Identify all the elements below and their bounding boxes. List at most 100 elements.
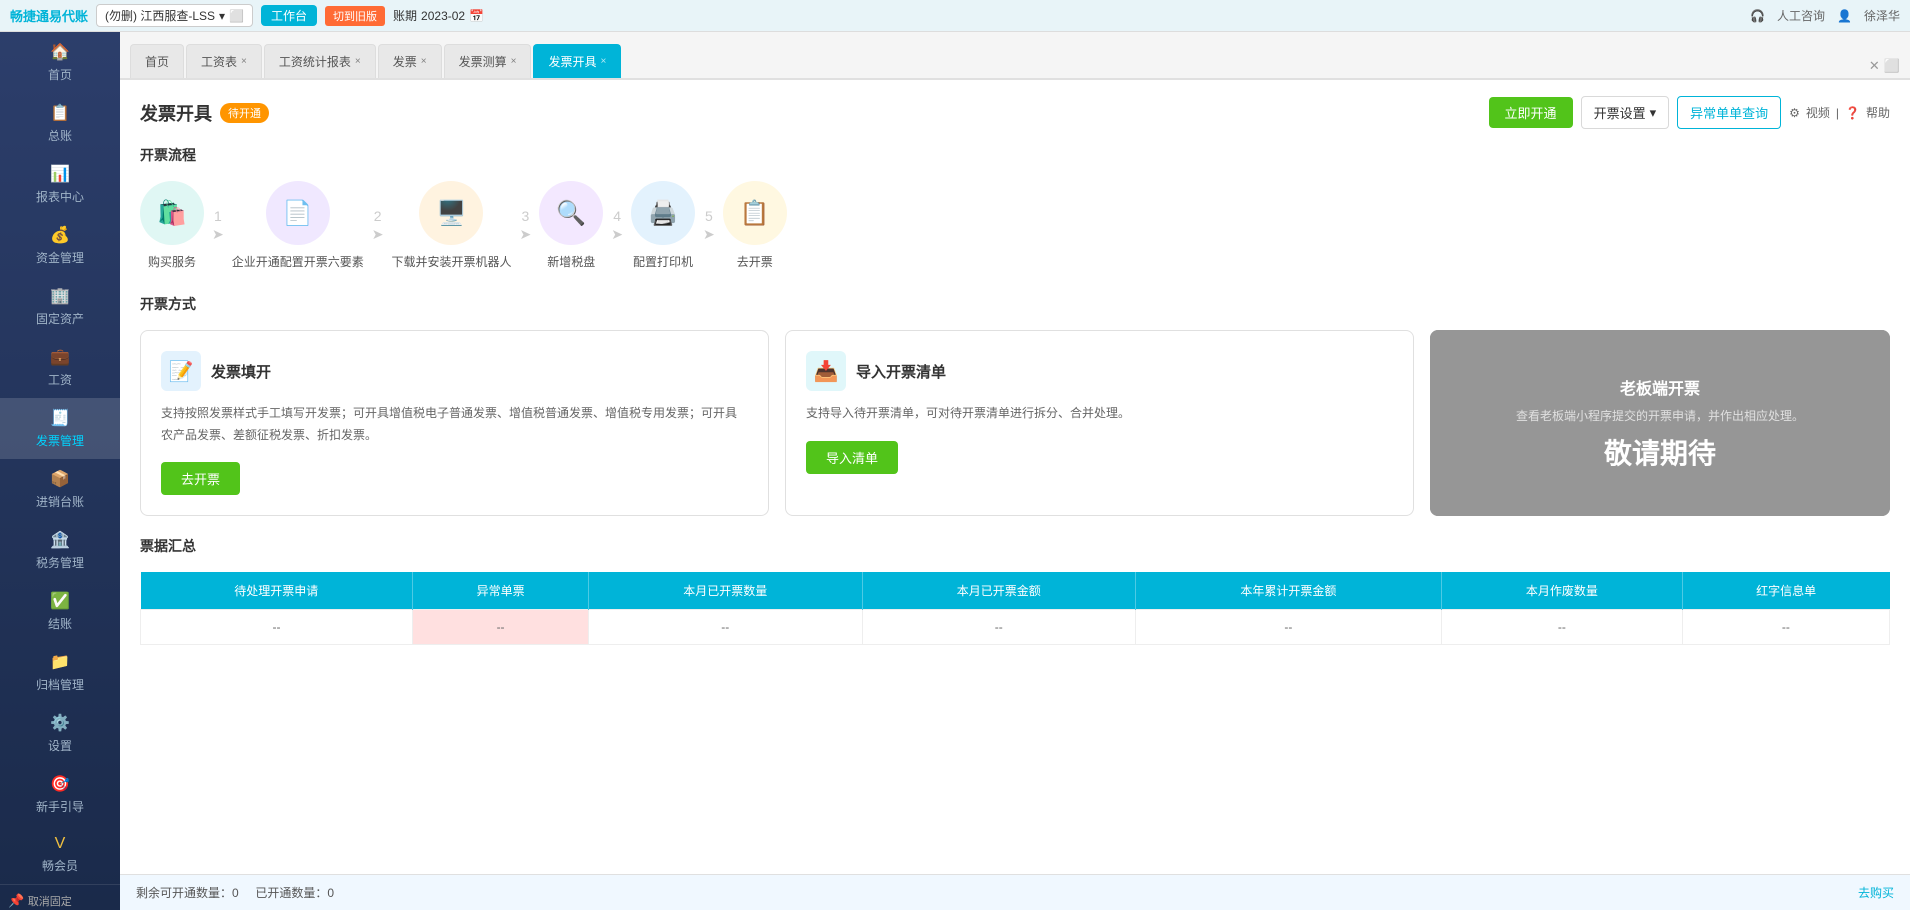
company-name: (勿删) 江西服查-LSS bbox=[105, 7, 215, 24]
sidebar-item-guide[interactable]: 🎯 新手引导 bbox=[0, 764, 120, 825]
sidebar-label-fixed-assets: 固定资产 bbox=[36, 310, 84, 327]
cell-pending: -- bbox=[141, 610, 413, 645]
sidebar-item-settings[interactable]: ⚙️ 设置 bbox=[0, 703, 120, 764]
arrow-5: 5 ➤ bbox=[695, 208, 723, 243]
help-area: ⚙ 视频 | ❓ 帮助 bbox=[1789, 104, 1890, 121]
sidebar-label-purchase-sales: 进销台账 bbox=[36, 493, 84, 510]
help-label[interactable]: 帮助 bbox=[1866, 104, 1890, 121]
arrow-1: 1 ➤ bbox=[204, 208, 232, 243]
flow-step-buy: 🛍️ 购买服务 bbox=[140, 181, 204, 270]
tab-invoice-calc-close[interactable]: × bbox=[511, 56, 517, 67]
cell-month-count: -- bbox=[589, 610, 862, 645]
ledger-icon: 📋 bbox=[50, 103, 70, 123]
sidebar-item-member[interactable]: V 畅会员 bbox=[0, 825, 120, 884]
page-title-area: 发票开具 待开通 bbox=[140, 100, 269, 126]
sidebar-label-reports: 报表中心 bbox=[36, 188, 84, 205]
flow-step-printer: 🖨️ 配置打印机 bbox=[631, 181, 695, 270]
go-open-invoice-button[interactable]: 去开票 bbox=[161, 462, 240, 495]
printer-label: 配置打印机 bbox=[633, 253, 693, 270]
tab-payroll[interactable]: 工资表 × bbox=[186, 44, 262, 78]
guide-icon: 🎯 bbox=[50, 774, 70, 794]
support-text[interactable]: 人工咨询 bbox=[1777, 7, 1825, 24]
sidebar-item-purchase-sales[interactable]: 📦 进销台账 bbox=[0, 459, 120, 520]
workspace-button[interactable]: 工作台 bbox=[261, 5, 317, 26]
sidebar-item-home[interactable]: 🏠 首页 bbox=[0, 32, 120, 93]
page-title: 发票开具 bbox=[140, 100, 212, 126]
sidebar-bottom[interactable]: 📌 取消固定 bbox=[0, 884, 120, 910]
open-now-button[interactable]: 立即开通 bbox=[1489, 97, 1573, 128]
tax-icon: 🏦 bbox=[50, 530, 70, 550]
arrow-3: 3 ➤ bbox=[512, 208, 540, 243]
tab-invoice[interactable]: 发票 × bbox=[378, 44, 442, 78]
tab-invoice-calc-label: 发票测算 bbox=[459, 53, 507, 70]
tab-home-label: 首页 bbox=[145, 53, 169, 70]
flow-section-title: 开票流程 bbox=[140, 145, 1890, 165]
settings-icon: ⚙️ bbox=[50, 713, 70, 733]
import-desc: 支持导入待开票清单，可对待开票清单进行拆分、合并处理。 bbox=[806, 403, 1393, 425]
tab-payroll-stats-close[interactable]: × bbox=[355, 56, 361, 67]
flow-step-open: 📋 去开票 bbox=[723, 181, 787, 270]
sidebar-label-home: 首页 bbox=[48, 66, 72, 83]
tab-payroll-close[interactable]: × bbox=[241, 56, 247, 67]
sidebar-item-archive[interactable]: 📁 归档管理 bbox=[0, 642, 120, 703]
summary-table: 待处理开票申请 异常单票 本月已开票数量 本月已开票金额 本年累计开票金额 本月… bbox=[140, 572, 1890, 645]
tab-close-icon[interactable]: ✕ bbox=[1869, 58, 1880, 74]
cell-year-amount: -- bbox=[1135, 610, 1441, 645]
sidebar-item-reports[interactable]: 📊 报表中心 bbox=[0, 154, 120, 215]
tab-restore-icon[interactable]: ⬜ bbox=[1884, 58, 1900, 74]
manual-fill-desc: 支持按照发票样式手工填写开发票；可开具增值税电子普通发票、增值税普通发票、增值税… bbox=[161, 403, 748, 446]
top-bar-right: 🎧 人工咨询 👤 徐泽华 bbox=[1750, 7, 1900, 24]
tab-invoice-tool[interactable]: 发票开具 × bbox=[533, 44, 621, 78]
import-list-button[interactable]: 导入清单 bbox=[806, 441, 898, 474]
flow-step-setup: 📄 企业开通配置开票六要素 bbox=[232, 181, 364, 270]
tax-disk-icon: 🔍 bbox=[539, 181, 603, 245]
buy-service-icon: 🛍️ bbox=[140, 181, 204, 245]
sidebar-item-settlement[interactable]: ✅ 结账 bbox=[0, 581, 120, 642]
tab-payroll-stats[interactable]: 工资统计报表 × bbox=[264, 44, 376, 78]
sidebar-label-archive: 归档管理 bbox=[36, 676, 84, 693]
tab-invoice-close[interactable]: × bbox=[421, 56, 427, 67]
col-void-count: 本月作废数量 bbox=[1441, 572, 1682, 610]
sidebar: 🏠 首页 📋 总账 📊 报表中心 💰 资金管理 🏢 固定资产 💼 工资 🧾 发票… bbox=[0, 32, 120, 910]
sidebar-item-fixed-assets[interactable]: 🏢 固定资产 bbox=[0, 276, 120, 337]
import-icon: 📥 bbox=[806, 351, 846, 391]
sidebar-label-tax-mgmt: 税务管理 bbox=[36, 554, 84, 571]
summary-title: 票据汇总 bbox=[140, 536, 1890, 556]
coming-soon-text: 敬请期待 bbox=[1604, 432, 1716, 472]
tab-invoice-label: 发票 bbox=[393, 53, 417, 70]
tab-home[interactable]: 首页 bbox=[130, 44, 184, 78]
settlement-icon: ✅ bbox=[50, 591, 70, 611]
company-selector[interactable]: (勿删) 江西服查-LSS ▾ ⬜ bbox=[96, 4, 253, 27]
video-label[interactable]: 视频 bbox=[1806, 104, 1830, 121]
sidebar-item-salary[interactable]: 💼 工资 bbox=[0, 337, 120, 398]
sidebar-label-funds: 资金管理 bbox=[36, 249, 84, 266]
version-switch-button[interactable]: 切到旧版 bbox=[325, 6, 385, 26]
sidebar-label-general-ledger: 总账 bbox=[48, 127, 72, 144]
arrow-4: 4 ➤ bbox=[603, 208, 631, 243]
open-settings-button[interactable]: 开票设置 ▾ bbox=[1581, 96, 1670, 129]
sidebar-item-funds[interactable]: 💰 资金管理 bbox=[0, 215, 120, 276]
sidebar-item-invoice-mgmt[interactable]: 🧾 发票管理 bbox=[0, 398, 120, 459]
status-badge: 待开通 bbox=[220, 103, 269, 123]
reports-icon: 📊 bbox=[50, 164, 70, 184]
copy-icon: ⬜ bbox=[229, 9, 244, 23]
col-pending: 待处理开票申请 bbox=[141, 572, 413, 610]
sidebar-item-general-ledger[interactable]: 📋 总账 bbox=[0, 93, 120, 154]
buy-link[interactable]: 去购买 bbox=[1858, 884, 1894, 901]
flow-step-download: 🖥️ 下载并安装开票机器人 bbox=[391, 181, 511, 270]
tab-invoice-calc[interactable]: 发票测算 × bbox=[444, 44, 532, 78]
open-settings-label: 开票设置 bbox=[1594, 103, 1646, 122]
download-icon: 🖥️ bbox=[419, 181, 483, 245]
sidebar-item-tax-mgmt[interactable]: 🏦 税务管理 bbox=[0, 520, 120, 581]
period-area: 账期 2023-02 📅 bbox=[393, 7, 484, 24]
tab-invoice-tool-close[interactable]: × bbox=[600, 56, 606, 67]
calendar-icon[interactable]: 📅 bbox=[469, 9, 484, 23]
divider-1: | bbox=[1836, 106, 1839, 120]
tab-payroll-label: 工资表 bbox=[201, 53, 237, 70]
manual-fill-title: 发票填开 bbox=[211, 361, 271, 382]
col-red-info: 红字信息单 bbox=[1682, 572, 1889, 610]
cell-month-amount: -- bbox=[862, 610, 1135, 645]
abnormal-query-button[interactable]: 异常单单查询 bbox=[1677, 96, 1781, 129]
sidebar-label-settlement: 结账 bbox=[48, 615, 72, 632]
buy-service-label: 购买服务 bbox=[148, 253, 196, 270]
